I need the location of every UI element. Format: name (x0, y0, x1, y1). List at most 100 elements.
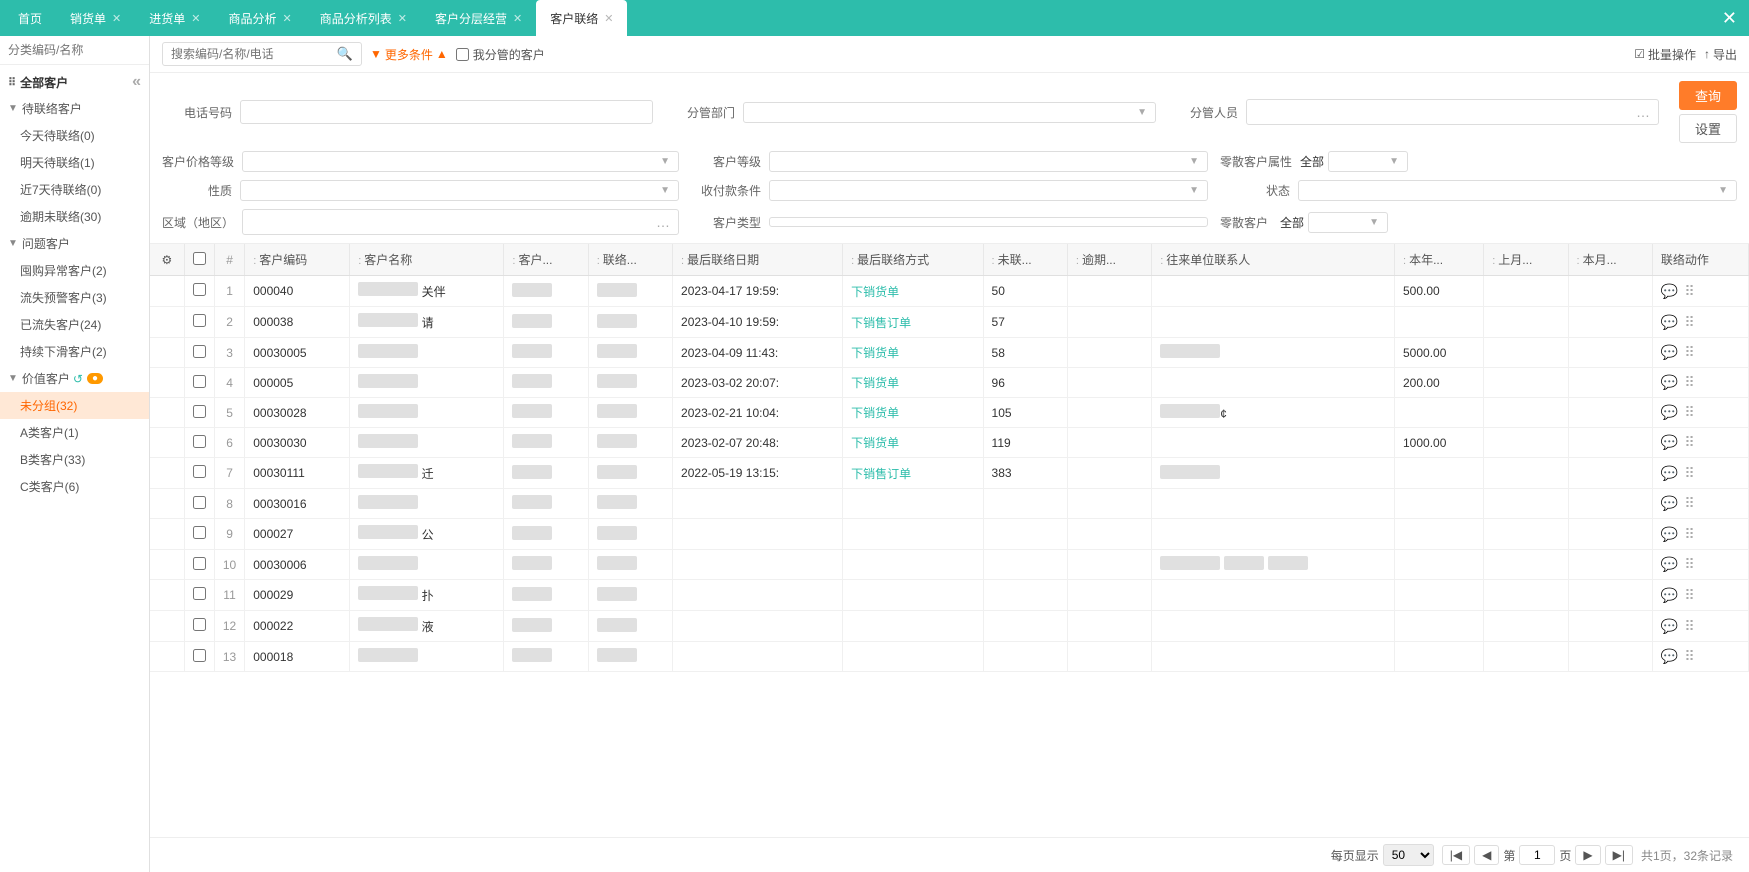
row-chat-icon[interactable]: 💬 (1661, 283, 1678, 300)
name-col-header[interactable]: :客户名称 (350, 244, 504, 276)
more-conditions-btn[interactable]: ▼ 更多条件 ▲ (370, 46, 448, 63)
tab-home[interactable]: 首页 (4, 0, 56, 36)
tab-product-analysis[interactable]: 商品分析 ✕ (214, 0, 305, 36)
row-checkbox[interactable] (193, 314, 206, 327)
row-checkbox[interactable] (193, 526, 206, 539)
tab-purchase-close[interactable]: ✕ (191, 12, 200, 25)
tab-sales-order[interactable]: 销货单 ✕ (56, 0, 135, 36)
row-checkbox[interactable] (193, 435, 206, 448)
row-checkbox[interactable] (193, 649, 206, 662)
row-menu-icon[interactable]: ⠿ (1684, 374, 1694, 391)
tab-customer-contact-close[interactable]: ✕ (604, 12, 613, 25)
row-checkbox[interactable] (193, 587, 206, 600)
row-menu-icon[interactable]: ⠿ (1684, 495, 1694, 512)
sidebar-item-class-a[interactable]: A类客户(1) (0, 419, 149, 446)
reset-btn[interactable]: 设置 (1679, 114, 1737, 143)
dept-select[interactable]: ▼ (743, 102, 1156, 123)
row-menu-icon[interactable]: ⠿ (1684, 526, 1694, 543)
row-chat-icon[interactable]: 💬 (1661, 526, 1678, 543)
per-page-select[interactable]: 50 20 100 (1383, 844, 1434, 866)
this-month-col-header[interactable]: :本月... (1568, 244, 1652, 276)
row-checkbox[interactable] (193, 345, 206, 358)
row-menu-icon[interactable]: ⠿ (1684, 587, 1694, 604)
tab-purchase-order[interactable]: 进货单 ✕ (135, 0, 214, 36)
not-contact-col-header[interactable]: :未联... (983, 244, 1067, 276)
row-chat-icon[interactable]: 💬 (1661, 374, 1678, 391)
sidebar-item-class-c[interactable]: C类客户(6) (0, 473, 149, 500)
payment-select[interactable]: ▼ (769, 180, 1208, 201)
sidebar-item-class-b[interactable]: B类客户(33) (0, 446, 149, 473)
row-checkbox[interactable] (193, 496, 206, 509)
row-menu-icon[interactable]: ⠿ (1684, 465, 1694, 482)
sidebar-item-churned[interactable]: 已流失客户(24) (0, 311, 149, 338)
row-last-method-link[interactable]: 下销售订单 (851, 316, 911, 330)
tab-product-analysis-list[interactable]: 商品分析列表 ✕ (306, 0, 421, 36)
row-chat-icon[interactable]: 💬 (1661, 344, 1678, 361)
row-chat-icon[interactable]: 💬 (1661, 556, 1678, 573)
last-date-col-header[interactable]: :最后联络日期 (673, 244, 843, 276)
my-customers-checkbox[interactable] (456, 48, 469, 61)
row-chat-icon[interactable]: 💬 (1661, 314, 1678, 331)
sidebar-item-declining[interactable]: 持续下滑客户(2) (0, 338, 149, 365)
row-menu-icon[interactable]: ⠿ (1684, 404, 1694, 421)
area-select[interactable]: … (242, 209, 679, 235)
phone-input[interactable] (240, 100, 653, 124)
row-last-method-link[interactable]: 下销货单 (851, 285, 899, 299)
row-checkbox[interactable] (193, 375, 206, 388)
row-checkbox[interactable] (193, 465, 206, 478)
retail-attr-select[interactable]: ▼ (1328, 151, 1408, 172)
tab-customer-tier[interactable]: 客户分层经营 ✕ (421, 0, 536, 36)
contact-person-col-header[interactable]: :往来单位联系人 (1152, 244, 1395, 276)
row-chat-icon[interactable]: 💬 (1661, 648, 1678, 665)
type-col-header[interactable]: :客户... (504, 244, 588, 276)
prev-page-btn[interactable]: ◀ (1474, 845, 1499, 865)
page-input[interactable] (1519, 845, 1555, 865)
query-btn[interactable]: 查询 (1679, 81, 1737, 110)
row-last-method-link[interactable]: 下销货单 (851, 346, 899, 360)
retail-customer-select[interactable]: ▼ (1308, 212, 1388, 233)
check-col-header[interactable] (184, 244, 214, 276)
row-last-method-link[interactable]: 下销货单 (851, 406, 899, 420)
row-menu-icon[interactable]: ⠿ (1684, 314, 1694, 331)
row-checkbox[interactable] (193, 618, 206, 631)
sidebar-item-today[interactable]: 今天待联络(0) (0, 122, 149, 149)
price-level-select[interactable]: ▼ (242, 151, 679, 172)
tab-customer-contact[interactable]: 客户联络 ✕ (536, 0, 627, 36)
batch-ops-btn[interactable]: ☑ 批量操作 (1634, 46, 1696, 63)
select-all-checkbox[interactable] (193, 252, 206, 265)
tab-sales-order-close[interactable]: ✕ (112, 12, 121, 25)
sidebar-item-overdue[interactable]: 逾期未联络(30) (0, 203, 149, 230)
last-month-col-header[interactable]: :上月... (1484, 244, 1568, 276)
row-chat-icon[interactable]: 💬 (1661, 434, 1678, 451)
row-menu-icon[interactable]: ⠿ (1684, 283, 1694, 300)
sidebar-item-tomorrow[interactable]: 明天待联络(1) (0, 149, 149, 176)
sidebar-item-7days[interactable]: 近7天待联络(0) (0, 176, 149, 203)
row-last-method-link[interactable]: 下销货单 (851, 436, 899, 450)
contact-col-header[interactable]: :联络... (588, 244, 672, 276)
last-page-btn[interactable]: ▶| (1605, 845, 1633, 865)
row-checkbox[interactable] (193, 283, 206, 296)
first-page-btn[interactable]: |◀ (1442, 845, 1470, 865)
last-method-col-header[interactable]: :最后联络方式 (843, 244, 983, 276)
sidebar-pending-group[interactable]: ▼ 待联络客户 (0, 95, 149, 122)
customer-level-select[interactable]: ▼ (769, 151, 1208, 172)
tab-bar-close-all[interactable]: ✕ (1714, 8, 1745, 29)
status-select[interactable]: ▼ (1298, 180, 1737, 201)
tab-product-analysis-close[interactable]: ✕ (283, 12, 292, 25)
tab-customer-tier-close[interactable]: ✕ (513, 12, 522, 25)
code-col-header[interactable]: :客户编码 (245, 244, 350, 276)
filter-search-input[interactable] (171, 47, 337, 61)
row-last-method-link[interactable]: 下销售订单 (851, 467, 911, 481)
sidebar-problem-group[interactable]: ▼ 问题客户 (0, 230, 149, 257)
all-customers-header[interactable]: ⠿ 全部客户 « (0, 65, 149, 95)
row-menu-icon[interactable]: ⠿ (1684, 618, 1694, 635)
row-checkbox[interactable] (193, 405, 206, 418)
row-menu-icon[interactable]: ⠿ (1684, 648, 1694, 665)
overdue-col-header[interactable]: :逾期... (1067, 244, 1151, 276)
customer-type-select[interactable] (769, 217, 1208, 227)
row-chat-icon[interactable]: 💬 (1661, 404, 1678, 421)
row-chat-icon[interactable]: 💬 (1661, 618, 1678, 635)
row-chat-icon[interactable]: 💬 (1661, 495, 1678, 512)
row-last-method-link[interactable]: 下销货单 (851, 376, 899, 390)
nature-select[interactable]: ▼ (240, 180, 679, 201)
